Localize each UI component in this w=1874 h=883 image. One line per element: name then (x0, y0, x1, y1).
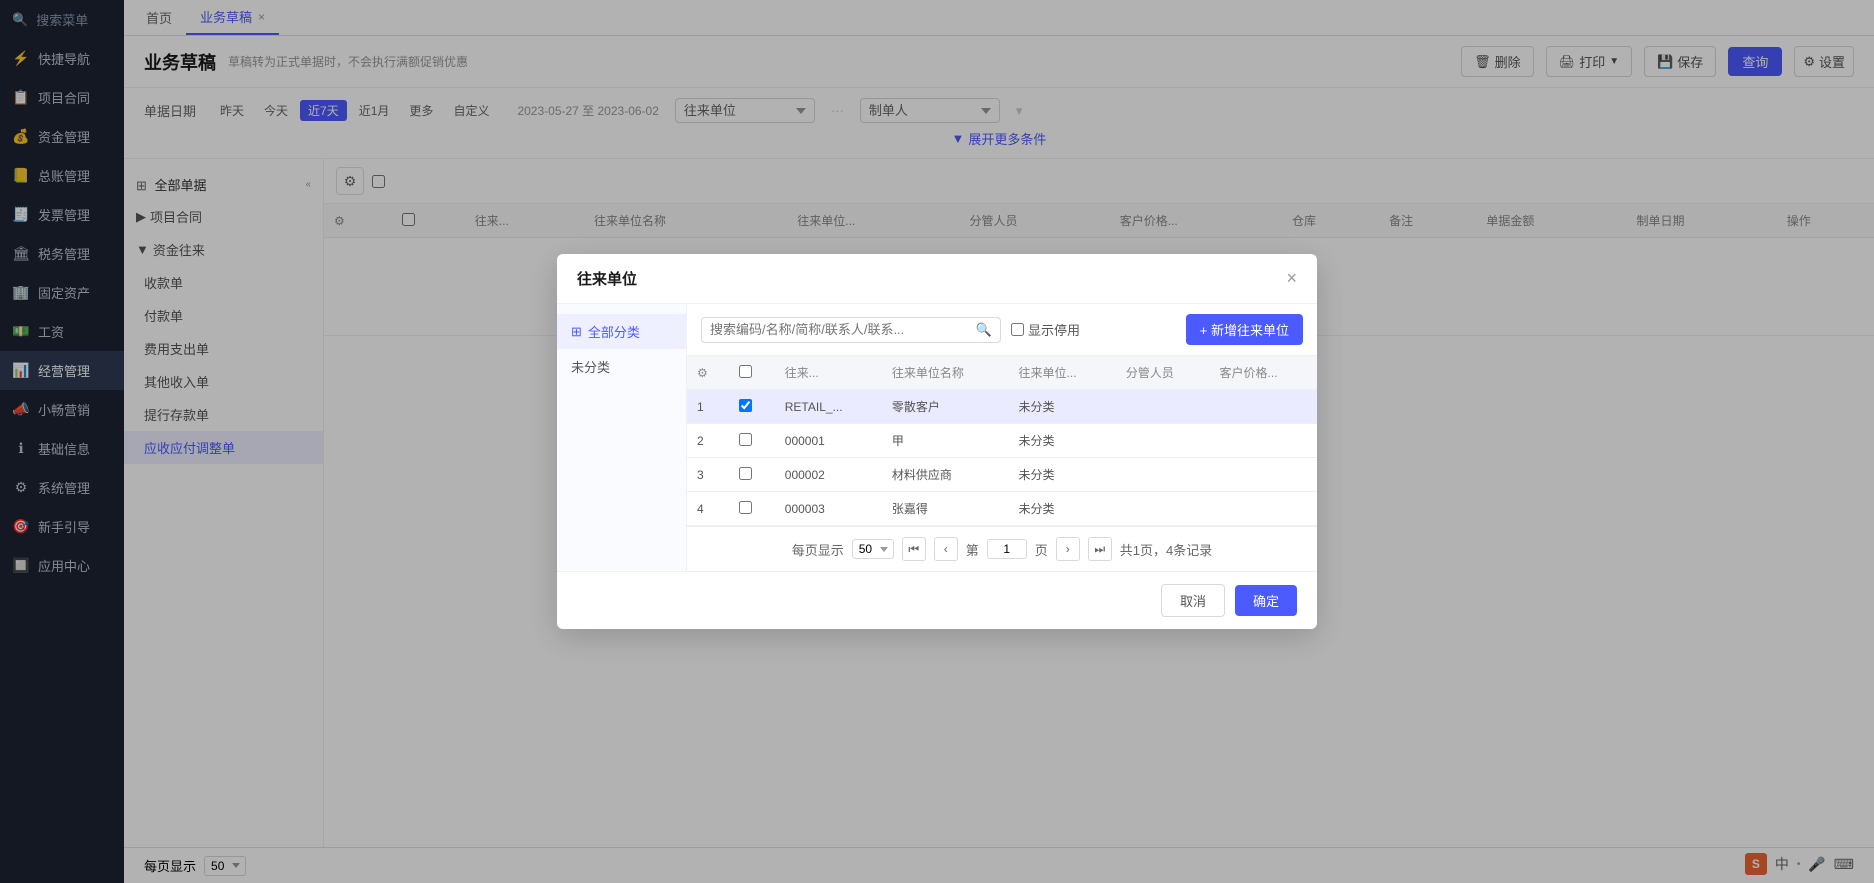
modal-th-price-level: 客户价格... (1210, 356, 1317, 390)
row-checkbox[interactable] (729, 424, 774, 458)
row-code: 000001 (775, 424, 882, 458)
modal-cancel-button[interactable]: 取消 (1161, 584, 1225, 617)
row-code: 000002 (775, 458, 882, 492)
modal-pagination: 每页显示 50 ⏮ ‹ 第 页 › ⏭ 共1页，4条记录 (687, 526, 1317, 571)
modal-th-checkbox (729, 356, 774, 390)
total-info: 共1页，4条记录 (1120, 540, 1212, 559)
row-manager (1116, 390, 1210, 424)
modal-sidebar-item-unclassified[interactable]: 未分类 (557, 349, 686, 384)
modal-body: ⊞ 全部分类 未分类 🔍 显示停用 (557, 304, 1317, 571)
row-checkbox[interactable] (729, 390, 774, 424)
modal-th-settings: ⚙ (687, 356, 729, 390)
row-checkbox[interactable] (729, 458, 774, 492)
show-disabled-text: 显示停用 (1028, 320, 1080, 339)
modal-sidebar-all-label: 全部分类 (588, 322, 640, 341)
page-input[interactable] (987, 539, 1027, 559)
row-price-level (1210, 458, 1317, 492)
row-category: 未分类 (1009, 390, 1116, 424)
modal-table-row[interactable]: 2 000001 甲 未分类 (687, 424, 1317, 458)
row-manager (1116, 492, 1210, 526)
row-name: 甲 (882, 424, 1009, 458)
row-category: 未分类 (1009, 458, 1116, 492)
modal-per-page-select[interactable]: 50 (852, 539, 894, 559)
modal-table-wrap: ⚙ 往来... 往来单位名称 往来单位... 分管人员 客户价格... 1 (687, 356, 1317, 526)
modal-th-code: 往来... (775, 356, 882, 390)
modal-table-row[interactable]: 1 RETAIL_... 零散客户 未分类 (687, 390, 1317, 424)
row-no: 1 (687, 390, 729, 424)
row-checkbox[interactable] (729, 492, 774, 526)
modal-confirm-button[interactable]: 确定 (1235, 585, 1297, 616)
page-label: 第 (966, 540, 979, 559)
show-disabled-checkbox[interactable] (1011, 323, 1024, 336)
row-code: RETAIL_... (775, 390, 882, 424)
modal-table-header: ⚙ 往来... 往来单位名称 往来单位... 分管人员 客户价格... (687, 356, 1317, 390)
prev-page-button[interactable]: ‹ (934, 537, 958, 561)
modal-sidebar-unclassified-label: 未分类 (571, 357, 610, 376)
modal-toolbar: 🔍 显示停用 + 新增往来单位 (687, 304, 1317, 356)
modal-th-manager: 分管人员 (1116, 356, 1210, 390)
modal-footer: 取消 确定 (557, 571, 1317, 629)
modal-table: ⚙ 往来... 往来单位名称 往来单位... 分管人员 客户价格... 1 (687, 356, 1317, 526)
row-code: 000003 (775, 492, 882, 526)
modal-sidebar: ⊞ 全部分类 未分类 (557, 304, 687, 571)
row-no: 2 (687, 424, 729, 458)
next-page-button[interactable]: › (1056, 537, 1080, 561)
row-name: 张嘉得 (882, 492, 1009, 526)
modal-table-row[interactable]: 3 000002 材料供应商 未分类 (687, 458, 1317, 492)
modal-select-all[interactable] (739, 365, 752, 378)
modal-th-name: 往来单位名称 (882, 356, 1009, 390)
add-partner-button[interactable]: + 新增往来单位 (1186, 314, 1303, 345)
modal-header: 往来单位 × (557, 254, 1317, 304)
row-manager (1116, 424, 1210, 458)
row-price-level (1210, 424, 1317, 458)
row-name: 零散客户 (882, 390, 1009, 424)
row-no: 4 (687, 492, 729, 526)
modal-sidebar-item-all[interactable]: ⊞ 全部分类 (557, 314, 686, 349)
modal-search-wrap[interactable]: 🔍 (701, 317, 1001, 343)
modal-content: 🔍 显示停用 + 新增往来单位 ⚙ (687, 304, 1317, 571)
first-page-button[interactable]: ⏮ (902, 537, 926, 561)
add-partner-label: + 新增往来单位 (1200, 320, 1289, 339)
modal-close-button[interactable]: × (1286, 268, 1297, 289)
row-price-level (1210, 390, 1317, 424)
modal-title: 往来单位 (577, 268, 637, 289)
search-icon: 🔍 (976, 322, 992, 338)
row-category: 未分类 (1009, 424, 1116, 458)
row-no: 3 (687, 458, 729, 492)
row-price-level (1210, 492, 1317, 526)
modal-th-category: 往来单位... (1009, 356, 1116, 390)
grid-icon: ⊞ (571, 324, 582, 340)
page-suffix: 页 (1035, 540, 1048, 559)
modal-overlay[interactable]: 往来单位 × ⊞ 全部分类 未分类 🔍 (0, 0, 1874, 883)
last-page-button[interactable]: ⏭ (1088, 537, 1112, 561)
modal-search-input[interactable] (710, 322, 970, 337)
show-disabled-label[interactable]: 显示停用 (1011, 320, 1080, 339)
row-category: 未分类 (1009, 492, 1116, 526)
per-page-label: 每页显示 (792, 540, 844, 559)
modal-table-row[interactable]: 4 000003 张嘉得 未分类 (687, 492, 1317, 526)
row-name: 材料供应商 (882, 458, 1009, 492)
row-manager (1116, 458, 1210, 492)
partner-modal: 往来单位 × ⊞ 全部分类 未分类 🔍 (557, 254, 1317, 629)
